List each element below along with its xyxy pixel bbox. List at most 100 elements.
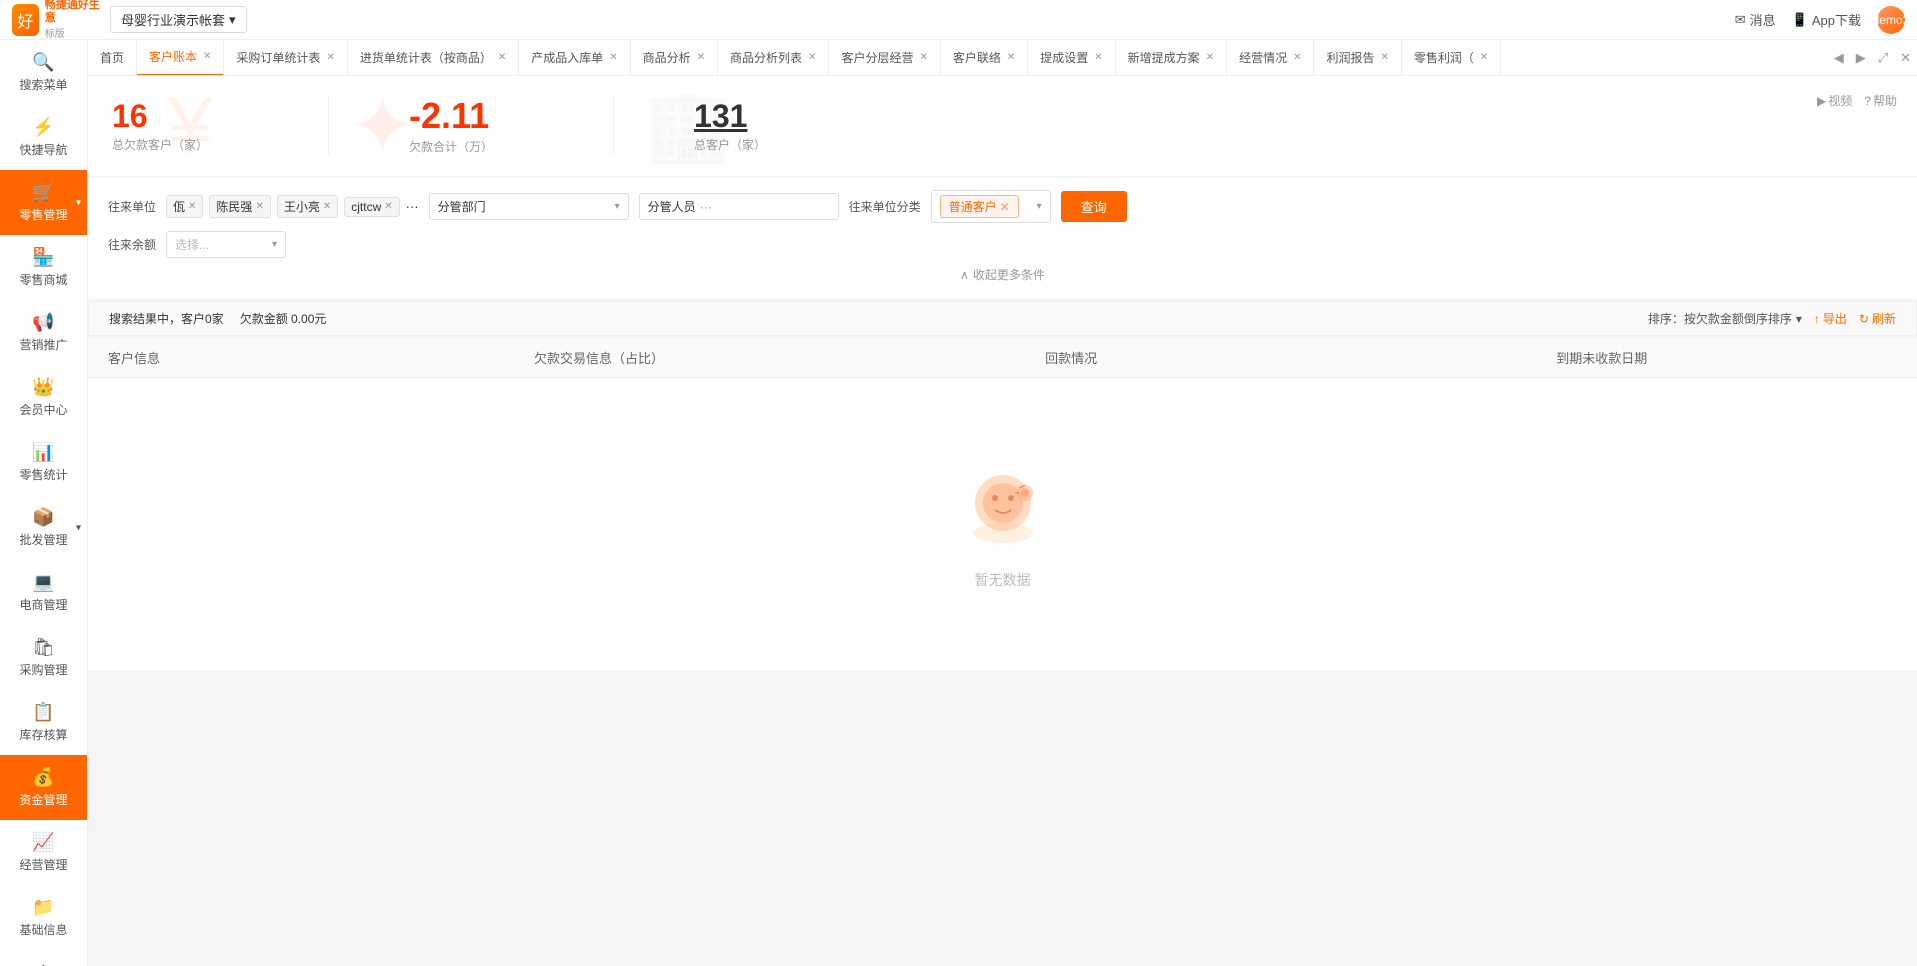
tab-close-icon[interactable]: ✕ — [1094, 52, 1102, 63]
tab-purchase-stat[interactable]: 进货单统计表（按商品） ✕ — [348, 40, 519, 76]
sidebar-item-member[interactable]: 👑 会员中心 — [0, 365, 87, 430]
col-date-header: 到期未收款日期 — [1556, 348, 1897, 367]
tab-close-icon[interactable]: ✕ — [1007, 52, 1015, 63]
tab-product-list[interactable]: 商品分析列表 ✕ — [718, 40, 829, 76]
tab-close-icon[interactable]: ✕ — [808, 52, 816, 63]
empty-mascot-svg — [953, 458, 1053, 558]
tab-product-analysis[interactable]: 商品分析 ✕ — [631, 40, 718, 76]
computer-icon: 💻 — [32, 572, 54, 593]
sort-label: 排序：按欠款金额倒序排序 — [1648, 310, 1792, 327]
export-button[interactable]: ↑ 导出 — [1814, 310, 1847, 327]
sidebar-item-retail[interactable]: 🛒 零售管理 — [0, 170, 87, 235]
tab-close-icon[interactable]: ✕ — [1206, 52, 1214, 63]
stat1-label: 总欠款客户（家） — [112, 136, 208, 153]
box-icon: 📦 — [32, 507, 54, 528]
video-link[interactable]: ▶ 视频 — [1817, 92, 1852, 109]
tab-customer-ledger[interactable]: 客户账本 ✕ — [137, 40, 224, 76]
sidebar-item-search[interactable]: 🔍 搜索菜单 — [0, 40, 87, 105]
tab-expand-button[interactable]: ⤢ — [1872, 40, 1894, 76]
unit-class-select[interactable]: 普通客户 ✕ ▾ — [931, 190, 1051, 223]
tab-close-icon[interactable]: ✕ — [919, 52, 927, 63]
flash-icon: ⚡ — [32, 117, 54, 138]
dept-select[interactable]: 分管部门 ▾ — [429, 193, 629, 220]
sidebar-item-label: 营销推广 — [19, 336, 67, 353]
filter-tag-wa[interactable]: 佤 ✕ — [166, 195, 203, 218]
refresh-button[interactable]: ↻ 刷新 — [1859, 310, 1896, 327]
table-header: 客户信息 欠款交易信息（占比） 回款情况 到期未收款日期 — [88, 338, 1917, 378]
content-area: 首页 客户账本 ✕ 采购订单统计表 ✕ 进货单统计表（按商品） ✕ 产成品入库单… — [88, 40, 1917, 966]
tag-close-icon[interactable]: ✕ — [255, 201, 263, 212]
tab-close-icon[interactable]: ✕ — [1381, 52, 1389, 63]
top-right-links: ▶ 视频 ? 帮助 — [1817, 92, 1897, 109]
tab-profit[interactable]: 利润报告 ✕ — [1314, 40, 1401, 76]
account-select[interactable]: 母婴行业演示帐套 ▾ — [110, 6, 247, 33]
tab-customer-contact[interactable]: 客户联络 ✕ — [941, 40, 1028, 76]
sidebar-item-retail-stat[interactable]: 📊 零售统计 — [0, 430, 87, 495]
tab-home[interactable]: 首页 — [88, 40, 137, 76]
message-icon: ✉ — [1735, 12, 1746, 28]
balance-select[interactable]: 选择... ▾ — [166, 231, 286, 258]
unit-class-label: 往来单位分类 — [849, 198, 921, 215]
play-icon: ▶ — [1817, 94, 1826, 108]
tag-close-icon[interactable]: ✕ — [384, 201, 392, 212]
tab-close-icon[interactable]: ✕ — [1293, 52, 1301, 63]
help-link[interactable]: ? 帮助 — [1864, 92, 1897, 109]
filter-area: 往来单位 佤 ✕ 陈民强 ✕ 王小亮 — [88, 178, 1917, 299]
sidebar-item-finance[interactable]: 💰 资金管理 — [0, 755, 87, 820]
tab-retail-profit[interactable]: 零售利润（ ✕ — [1402, 40, 1501, 76]
sidebar-item-label: 电商管理 — [19, 596, 67, 613]
sidebar-item-wholesale[interactable]: 📦 批发管理 — [0, 495, 87, 560]
top-bar-middle: 母婴行业演示帐套 ▾ — [100, 6, 1735, 33]
filter-tag-chen[interactable]: 陈民强 ✕ — [209, 195, 270, 218]
filter-tag-more[interactable]: ··· — [406, 199, 419, 214]
tab-production[interactable]: 产成品入库单 ✕ — [519, 40, 630, 76]
tag-close-icon[interactable]: ✕ — [323, 201, 331, 212]
sidebar-item-purchase[interactable]: 🛍 采购管理 — [0, 625, 87, 690]
stat-block-customers: 16 总欠款客户（家） — [112, 100, 268, 153]
tab-purchase-order[interactable]: 采购订单统计表 ✕ — [224, 40, 347, 76]
tab-close-icon[interactable]: ✕ — [498, 52, 506, 63]
chevron-down-icon: ▾ — [615, 201, 620, 212]
tab-commission[interactable]: 提成设置 ✕ — [1028, 40, 1115, 76]
sidebar-item-marketing[interactable]: 📢 营销推广 — [0, 300, 87, 365]
tag-remove-icon[interactable]: ✕ — [1000, 200, 1010, 214]
sidebar-item-mall[interactable]: 🏪 零售商城 — [0, 235, 87, 300]
tab-close-icon[interactable]: ✕ — [326, 52, 334, 63]
tab-prev-button[interactable]: ◀ — [1828, 40, 1850, 76]
tab-customer-seg[interactable]: 客户分层经营 ✕ — [829, 40, 940, 76]
refresh-icon: ↻ — [1859, 312, 1869, 326]
sidebar-item-label: 批发管理 — [19, 531, 67, 548]
app-download-button[interactable]: 📱 App下载 — [1792, 10, 1861, 29]
tab-close-icon[interactable]: ✕ — [609, 52, 617, 63]
megaphone-icon: 📢 — [32, 312, 54, 333]
logo-area: 好 畅捷通好生意 标版 — [12, 0, 100, 40]
filter-tag-wang[interactable]: 王小亮 ✕ — [277, 195, 338, 218]
person-select[interactable]: 分管人员 ··· — [639, 193, 839, 220]
sidebar-item-system[interactable]: ⚙ 系统管理 — [0, 950, 87, 966]
col-customer-header: 客户信息 — [108, 348, 534, 367]
sidebar-item-quicknav[interactable]: ⚡ 快捷导航 — [0, 105, 87, 170]
tab-next-button[interactable]: ▶ — [1850, 40, 1872, 76]
sidebar-item-basic[interactable]: 📁 基础信息 — [0, 885, 87, 950]
cart-icon: 🛒 — [32, 182, 54, 203]
filter-tag-cjttcw[interactable]: cjttcw ✕ — [344, 197, 399, 217]
sidebar-item-ecommerce[interactable]: 💻 电商管理 — [0, 560, 87, 625]
tab-close-all-button[interactable]: ✕ — [1894, 40, 1917, 76]
tab-close-icon[interactable]: ✕ — [697, 52, 705, 63]
tab-operations[interactable]: 经营情况 ✕ — [1227, 40, 1314, 76]
page-content: ¥ 16 总欠款客户（家） ✦ -2.11 欠款合计（万） — [88, 76, 1917, 966]
tag-close-icon[interactable]: ✕ — [188, 201, 196, 212]
tab-close-icon[interactable]: ✕ — [203, 51, 211, 62]
query-button[interactable]: 查询 — [1061, 191, 1127, 222]
sidebar-item-label: 基础信息 — [19, 921, 67, 938]
avatar[interactable]: demo2 — [1877, 6, 1905, 34]
messages-button[interactable]: ✉ 消息 — [1735, 10, 1776, 29]
collapse-button[interactable]: ∧ 收起更多条件 — [108, 266, 1897, 283]
sidebar-item-label: 零售商城 — [19, 271, 67, 288]
sort-select[interactable]: 排序：按欠款金额倒序排序 ▾ — [1648, 310, 1802, 327]
export-icon: ↑ — [1814, 312, 1820, 326]
sidebar-item-inventory[interactable]: 📋 库存核算 — [0, 690, 87, 755]
tab-add-commission[interactable]: 新增提成方案 ✕ — [1116, 40, 1227, 76]
tab-close-icon[interactable]: ✕ — [1480, 52, 1488, 63]
sidebar-item-operations[interactable]: 📈 经营管理 — [0, 820, 87, 885]
